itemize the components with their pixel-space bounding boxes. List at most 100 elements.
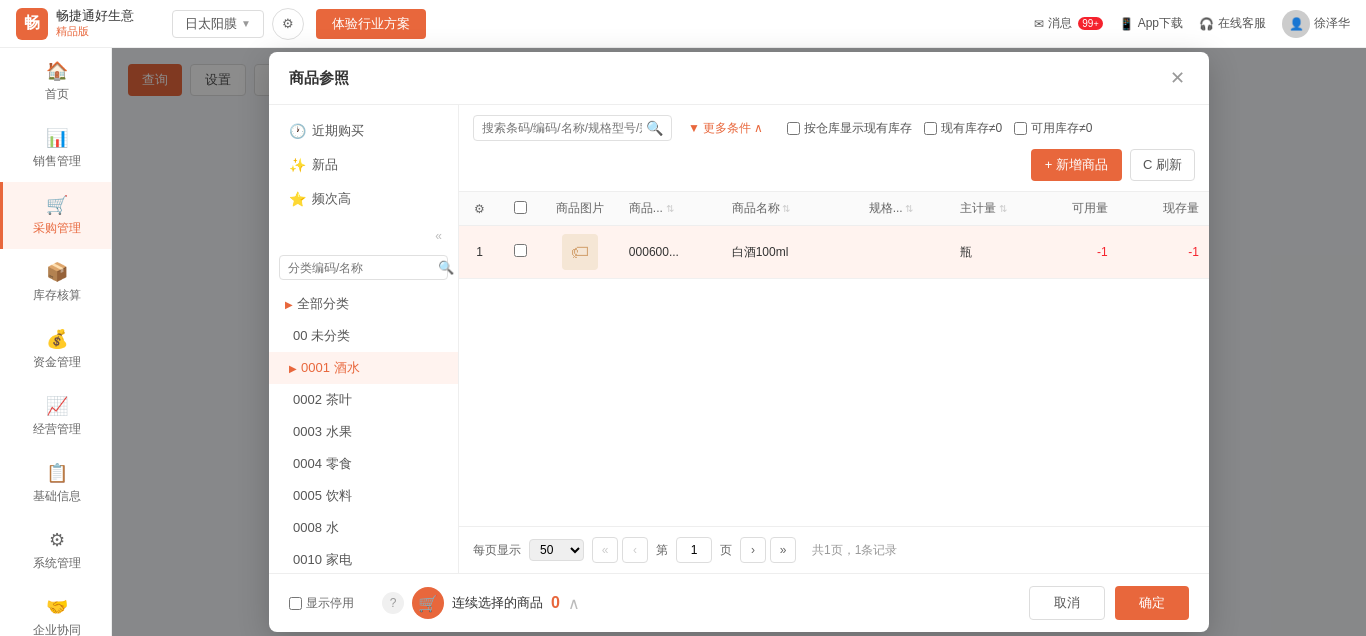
sidebar-item-collab[interactable]: 🤝 企业协同 (0, 584, 111, 636)
category-item-fruit[interactable]: 0003 水果 (269, 416, 458, 448)
column-settings-icon[interactable]: ⚙ (474, 202, 485, 216)
sidebar-item-purchase[interactable]: 🛒 采购管理 (0, 182, 111, 249)
category-list: ▶ 全部分类 00 未分类 ▶ 0001 酒水 0002 茶 (269, 288, 458, 573)
row-check[interactable] (500, 226, 541, 279)
category-item-liquor[interactable]: ▶ 0001 酒水 (269, 352, 458, 384)
page-last-button[interactable]: » (770, 537, 796, 563)
filter-button[interactable]: ▼ 更多条件 ∧ (680, 116, 771, 141)
product-table-wrapper: ⚙ 商品图片 商品... 商品名称 规格... (459, 192, 1209, 526)
page-navigation: « ‹ 第 页 › » (592, 537, 796, 563)
th-gear: ⚙ (459, 192, 500, 226)
page-prev-button[interactable]: ‹ (622, 537, 648, 563)
message-badge: 99+ (1078, 17, 1102, 30)
home-icon: 🏠 (46, 60, 68, 82)
category-arrow-liquor: ▶ (289, 363, 297, 374)
checkbox-existing-label[interactable]: 现有库存≠0 (924, 120, 1002, 137)
sidebar-item-sales[interactable]: 📊 销售管理 (0, 115, 111, 182)
per-page-select[interactable]: 50 100 (529, 539, 584, 561)
app-download-nav-item[interactable]: 📱 App下载 (1119, 15, 1183, 32)
page-number-input[interactable] (676, 537, 712, 563)
th-spec[interactable]: 规格... (859, 192, 950, 226)
row-avail: -1 (1026, 226, 1117, 279)
operations-icon: 📈 (46, 395, 68, 417)
left-panel: 🕐 近期购买 ✨ 新品 ⭐ 频次高 (269, 105, 459, 573)
category-item-water[interactable]: 0008 水 (269, 512, 458, 544)
message-nav-item[interactable]: ✉ 消息 99+ (1034, 15, 1102, 32)
cart-button[interactable]: 🛒 (412, 587, 444, 619)
page-info: 共1页，1条记录 (812, 542, 897, 559)
right-panel: 🔍 ▼ 更多条件 ∧ 按仓库显示现有库存 (459, 105, 1209, 573)
collapse-footer-icon[interactable]: ∧ (568, 594, 580, 613)
sidebar-item-home[interactable]: 🏠 首页 (0, 48, 111, 115)
footer-actions: 取消 确定 (1029, 586, 1189, 620)
checkbox-warehouse[interactable] (787, 122, 800, 135)
row-code: 000600... (619, 226, 722, 279)
th-unit[interactable]: 主计量 (950, 192, 1026, 226)
table-toolbar: 🔍 ▼ 更多条件 ∧ 按仓库显示现有库存 (459, 105, 1209, 192)
th-name[interactable]: 商品名称 (722, 192, 859, 226)
sidebar-item-system[interactable]: ⚙ 系统管理 (0, 517, 111, 584)
th-image: 商品图片 (541, 192, 619, 226)
product-modal: 商品参照 ✕ 🕐 近期购买 ✨ 新 (269, 52, 1209, 632)
main-layout: 🏠 首页 📊 销售管理 🛒 采购管理 📦 库存核算 💰 资金管理 📈 经营管理 … (0, 48, 1366, 636)
modal-close-button[interactable]: ✕ (1165, 66, 1189, 90)
sidebar: 🏠 首页 📊 销售管理 🛒 采购管理 📦 库存核算 💰 资金管理 📈 经营管理 … (0, 48, 112, 636)
system-icon: ⚙ (49, 529, 65, 551)
chevron-down-icon: ▼ (241, 18, 251, 29)
confirm-button[interactable]: 确定 (1115, 586, 1189, 620)
category-item-tea[interactable]: 0002 茶叶 (269, 384, 458, 416)
help-icon[interactable]: ? (382, 592, 404, 614)
tab-recent-purchase[interactable]: 🕐 近期购买 (279, 115, 448, 147)
sidebar-item-finance[interactable]: 💰 资金管理 (0, 316, 111, 383)
th-code[interactable]: 商品... (619, 192, 722, 226)
page-unit: 页 (720, 542, 732, 559)
add-product-button[interactable]: + 新增商品 (1031, 149, 1122, 181)
table-header: ⚙ 商品图片 商品... 商品名称 规格... (459, 192, 1209, 226)
category-search-input[interactable] (288, 261, 438, 275)
sidebar-item-basic[interactable]: 📋 基础信息 (0, 450, 111, 517)
cart-icon: 🛒 (418, 594, 438, 613)
avatar: 👤 (1282, 10, 1310, 38)
cancel-button[interactable]: 取消 (1029, 586, 1105, 620)
product-search-input[interactable] (482, 121, 642, 135)
category-item-all[interactable]: ▶ 全部分类 (269, 288, 458, 320)
top-nav: 畅 畅捷通好生意 精品版 日太阳膜 ▼ ⚙ 体验行业方案 ✉ 消息 99+ 📱 … (0, 0, 1366, 48)
online-service-nav-item[interactable]: 🎧 在线客服 (1199, 15, 1266, 32)
user-nav-item[interactable]: 👤 徐泽华 (1282, 10, 1350, 38)
product-thumbnail: 🏷 (562, 234, 598, 270)
show-disabled-checkbox[interactable] (289, 597, 302, 610)
filter-icon: ▼ (688, 121, 700, 135)
refresh-button[interactable]: C 刷新 (1130, 149, 1195, 181)
nav-dropdown[interactable]: 日太阳膜 ▼ (172, 10, 264, 38)
tab-frequent[interactable]: ⭐ 频次高 (279, 183, 448, 215)
category-item-unclassified[interactable]: 00 未分类 (269, 320, 458, 352)
category-item-beverage[interactable]: 0005 饮料 (269, 480, 458, 512)
show-disabled-label[interactable]: 显示停用 (289, 595, 354, 612)
settings-icon[interactable]: ⚙ (272, 8, 304, 40)
tab-new-products[interactable]: ✨ 新品 (279, 149, 448, 181)
checkbox-warehouse-label[interactable]: 按仓库显示现有库存 (787, 120, 912, 137)
row-stock: -1 (1118, 226, 1209, 279)
category-item-appliance[interactable]: 0010 家电 (269, 544, 458, 573)
table-row[interactable]: 1 🏷 (459, 226, 1209, 279)
row-checkbox[interactable] (514, 244, 527, 257)
checkbox-available[interactable] (1014, 122, 1027, 135)
category-item-snack[interactable]: 0004 零食 (269, 448, 458, 480)
nav-right: ✉ 消息 99+ 📱 App下载 🎧 在线客服 👤 徐泽华 (1034, 10, 1350, 38)
checkbox-available-label[interactable]: 可用库存≠0 (1014, 120, 1092, 137)
panel-collapse-icon[interactable]: « (427, 225, 450, 247)
experience-button[interactable]: 体验行业方案 (316, 9, 426, 39)
collab-icon: 🤝 (46, 596, 68, 618)
logo-text: 畅捷通好生意 精品版 (56, 8, 134, 40)
checkbox-existing[interactable] (924, 122, 937, 135)
inventory-icon: 📦 (46, 261, 68, 283)
select-all-checkbox[interactable] (514, 201, 527, 214)
page-first-button[interactable]: « (592, 537, 618, 563)
clock-icon: 🕐 (289, 123, 306, 139)
row-spec (859, 226, 950, 279)
modal-body: 🕐 近期购买 ✨ 新品 ⭐ 频次高 (269, 105, 1209, 573)
category-search-icon: 🔍 (438, 260, 454, 275)
sidebar-item-inventory[interactable]: 📦 库存核算 (0, 249, 111, 316)
sidebar-item-operations[interactable]: 📈 经营管理 (0, 383, 111, 450)
page-next-button[interactable]: › (740, 537, 766, 563)
